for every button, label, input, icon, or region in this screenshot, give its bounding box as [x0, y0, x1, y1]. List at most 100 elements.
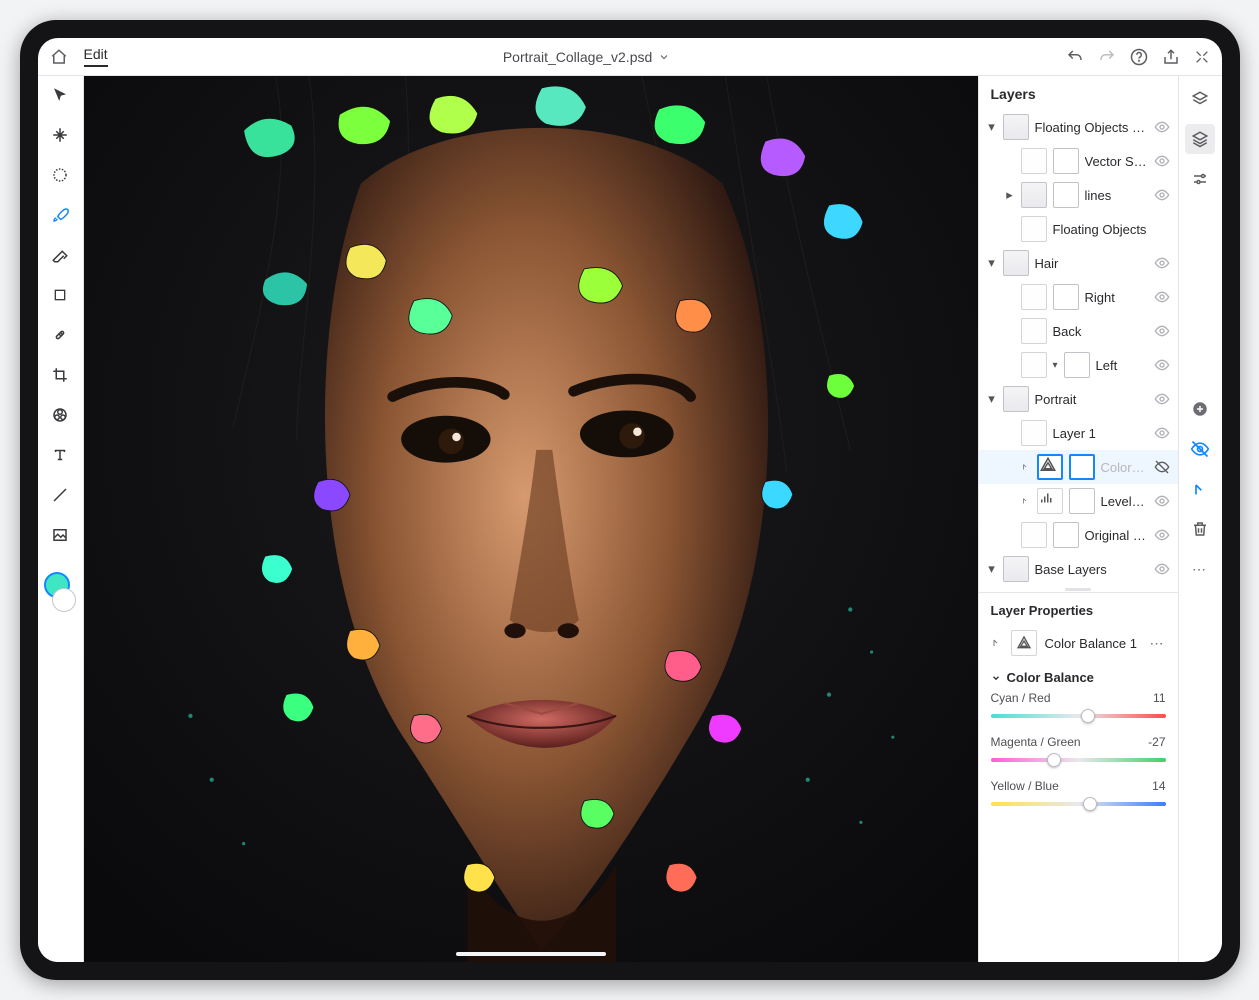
clip-indicator-icon	[1021, 496, 1031, 506]
layer-caret-icon[interactable]: ▾	[987, 561, 997, 577]
color-balance-slider[interactable]: Magenta / Green-27	[979, 731, 1178, 775]
layer-mask-thumbnail	[1069, 454, 1095, 480]
visibility-toggle-icon[interactable]	[1154, 119, 1170, 135]
slider-value: 14	[1152, 779, 1165, 793]
fullscreen-icon[interactable]	[1194, 49, 1210, 65]
visibility-toggle-icon[interactable]	[1154, 391, 1170, 407]
layer-label: Levels 1	[1101, 494, 1148, 509]
line-tool[interactable]	[47, 482, 73, 508]
visibility-toggle-icon[interactable]	[1154, 153, 1170, 169]
slider-knob[interactable]	[1047, 753, 1061, 767]
share-icon[interactable]	[1162, 48, 1180, 66]
slider-label: Yellow / Blue	[991, 779, 1059, 793]
color-balance-slider[interactable]: Cyan / Red 11	[979, 687, 1178, 731]
place-image-tool[interactable]	[47, 522, 73, 548]
slider-knob[interactable]	[1083, 797, 1097, 811]
help-icon[interactable]	[1130, 48, 1148, 66]
layer-mask-thumbnail	[1053, 148, 1079, 174]
visibility-toggle-icon[interactable]	[1154, 425, 1170, 441]
slider-knob[interactable]	[1081, 709, 1095, 723]
layers-detail-icon[interactable]	[1185, 124, 1215, 154]
layer-caret-icon[interactable]: ▾	[987, 255, 997, 271]
lasso-tool[interactable]	[47, 162, 73, 188]
chevron-down-icon[interactable]	[658, 51, 670, 63]
layer-row[interactable]: ▾Hair	[979, 246, 1178, 280]
transform-tool[interactable]	[47, 122, 73, 148]
undo-icon[interactable]	[1066, 48, 1084, 66]
layer-caret-icon[interactable]: ▾	[987, 391, 997, 407]
folder-icon	[1021, 182, 1047, 208]
color-balance-section[interactable]: Color Balance	[979, 662, 1178, 687]
layer-label: Layer 1	[1053, 426, 1148, 441]
layer-row[interactable]: Layer 1	[979, 416, 1178, 450]
color-balance-sliders: Cyan / Red11Magenta / Green-27Yellow / B…	[979, 687, 1178, 819]
layer-list[interactable]: ▾Floating Objects (alway…Vector Smart…▸l…	[979, 110, 1178, 586]
canvas[interactable]	[84, 76, 978, 962]
mask-caret-icon[interactable]: ▾	[1053, 360, 1058, 371]
layer-row[interactable]: Floating Objects	[979, 212, 1178, 246]
layer-row[interactable]: Back	[979, 314, 1178, 348]
layer-thumbnail	[1021, 420, 1047, 446]
visibility-toggle-icon[interactable]	[1154, 493, 1170, 509]
workspace: 650 ⋯	[38, 76, 1222, 962]
type-tool[interactable]	[47, 442, 73, 468]
visibility-toggle-icon[interactable]	[1154, 459, 1170, 475]
layer-thumbnail	[1021, 318, 1047, 344]
slider-value: -27	[1148, 735, 1165, 749]
layer-row[interactable]: Levels 1	[979, 484, 1178, 518]
layer-row[interactable]: ▾Base Layers	[979, 552, 1178, 586]
layer-label: Original Portr…	[1085, 528, 1148, 543]
slider-label: Cyan / Red	[991, 691, 1051, 705]
slider-value: 11	[1153, 691, 1165, 705]
background-color[interactable]	[52, 588, 76, 612]
crop-tool[interactable]	[47, 362, 73, 388]
visibility-toggle-icon[interactable]	[1154, 187, 1170, 203]
layer-caret-icon[interactable]: ▾	[987, 119, 997, 135]
folder-icon	[1003, 386, 1029, 412]
toggle-visibility-icon[interactable]	[1185, 434, 1215, 464]
home-icon[interactable]	[50, 48, 68, 66]
layer-label: Right	[1085, 290, 1148, 305]
eraser-tool[interactable]	[47, 242, 73, 268]
clip-layer-icon[interactable]	[1185, 474, 1215, 504]
layer-label: Floating Objects	[1053, 222, 1170, 237]
delete-layer-icon[interactable]	[1185, 514, 1215, 544]
adjust-tool[interactable]	[47, 402, 73, 428]
layer-more-icon[interactable]: ⋯	[1150, 635, 1166, 652]
layer-row[interactable]: ▾Floating Objects (alway…	[979, 110, 1178, 144]
visibility-toggle-icon[interactable]	[1154, 357, 1170, 373]
properties-sliders-icon[interactable]	[1185, 164, 1215, 194]
more-actions-icon[interactable]: ⋯	[1185, 554, 1215, 584]
move-tool[interactable]	[47, 82, 73, 108]
tablet-frame: Edit Portrait_Collage_v2.psd	[20, 20, 1240, 980]
redo-icon[interactable]	[1098, 48, 1116, 66]
color-balance-slider[interactable]: Yellow / Blue 14	[979, 775, 1178, 819]
visibility-toggle-icon[interactable]	[1154, 289, 1170, 305]
visibility-toggle-icon[interactable]	[1154, 255, 1170, 271]
clip-indicator-icon	[991, 637, 1003, 649]
visibility-toggle-icon[interactable]	[1154, 527, 1170, 543]
visibility-toggle-icon[interactable]	[1154, 323, 1170, 339]
layer-label: Color Balan…	[1101, 460, 1148, 475]
folder-icon	[1003, 556, 1029, 582]
layer-row[interactable]: ▸lines	[979, 178, 1178, 212]
layer-row[interactable]: Color Balan…	[979, 450, 1178, 484]
edit-menu[interactable]: Edit	[84, 46, 108, 67]
fill-tool[interactable]	[47, 282, 73, 308]
layer-row[interactable]: ▾Portrait	[979, 382, 1178, 416]
brush-tool[interactable]	[47, 202, 73, 228]
layer-row[interactable]: Original Portr…	[979, 518, 1178, 552]
layer-mask-thumbnail	[1053, 182, 1079, 208]
add-layer-icon[interactable]	[1185, 394, 1215, 424]
layer-thumbnail	[1021, 352, 1047, 378]
layer-thumbnail	[1021, 216, 1047, 242]
layer-caret-icon[interactable]: ▸	[1005, 187, 1015, 203]
adjustment-thumb	[1011, 630, 1037, 656]
layer-row[interactable]: Vector Smart…	[979, 144, 1178, 178]
layers-compact-icon[interactable]	[1185, 84, 1215, 114]
heal-tool[interactable]	[47, 322, 73, 348]
layer-row[interactable]: ▾Left	[979, 348, 1178, 382]
selected-layer-name: Color Balance 1	[1045, 636, 1142, 651]
layer-row[interactable]: Right	[979, 280, 1178, 314]
visibility-toggle-icon[interactable]	[1154, 561, 1170, 577]
